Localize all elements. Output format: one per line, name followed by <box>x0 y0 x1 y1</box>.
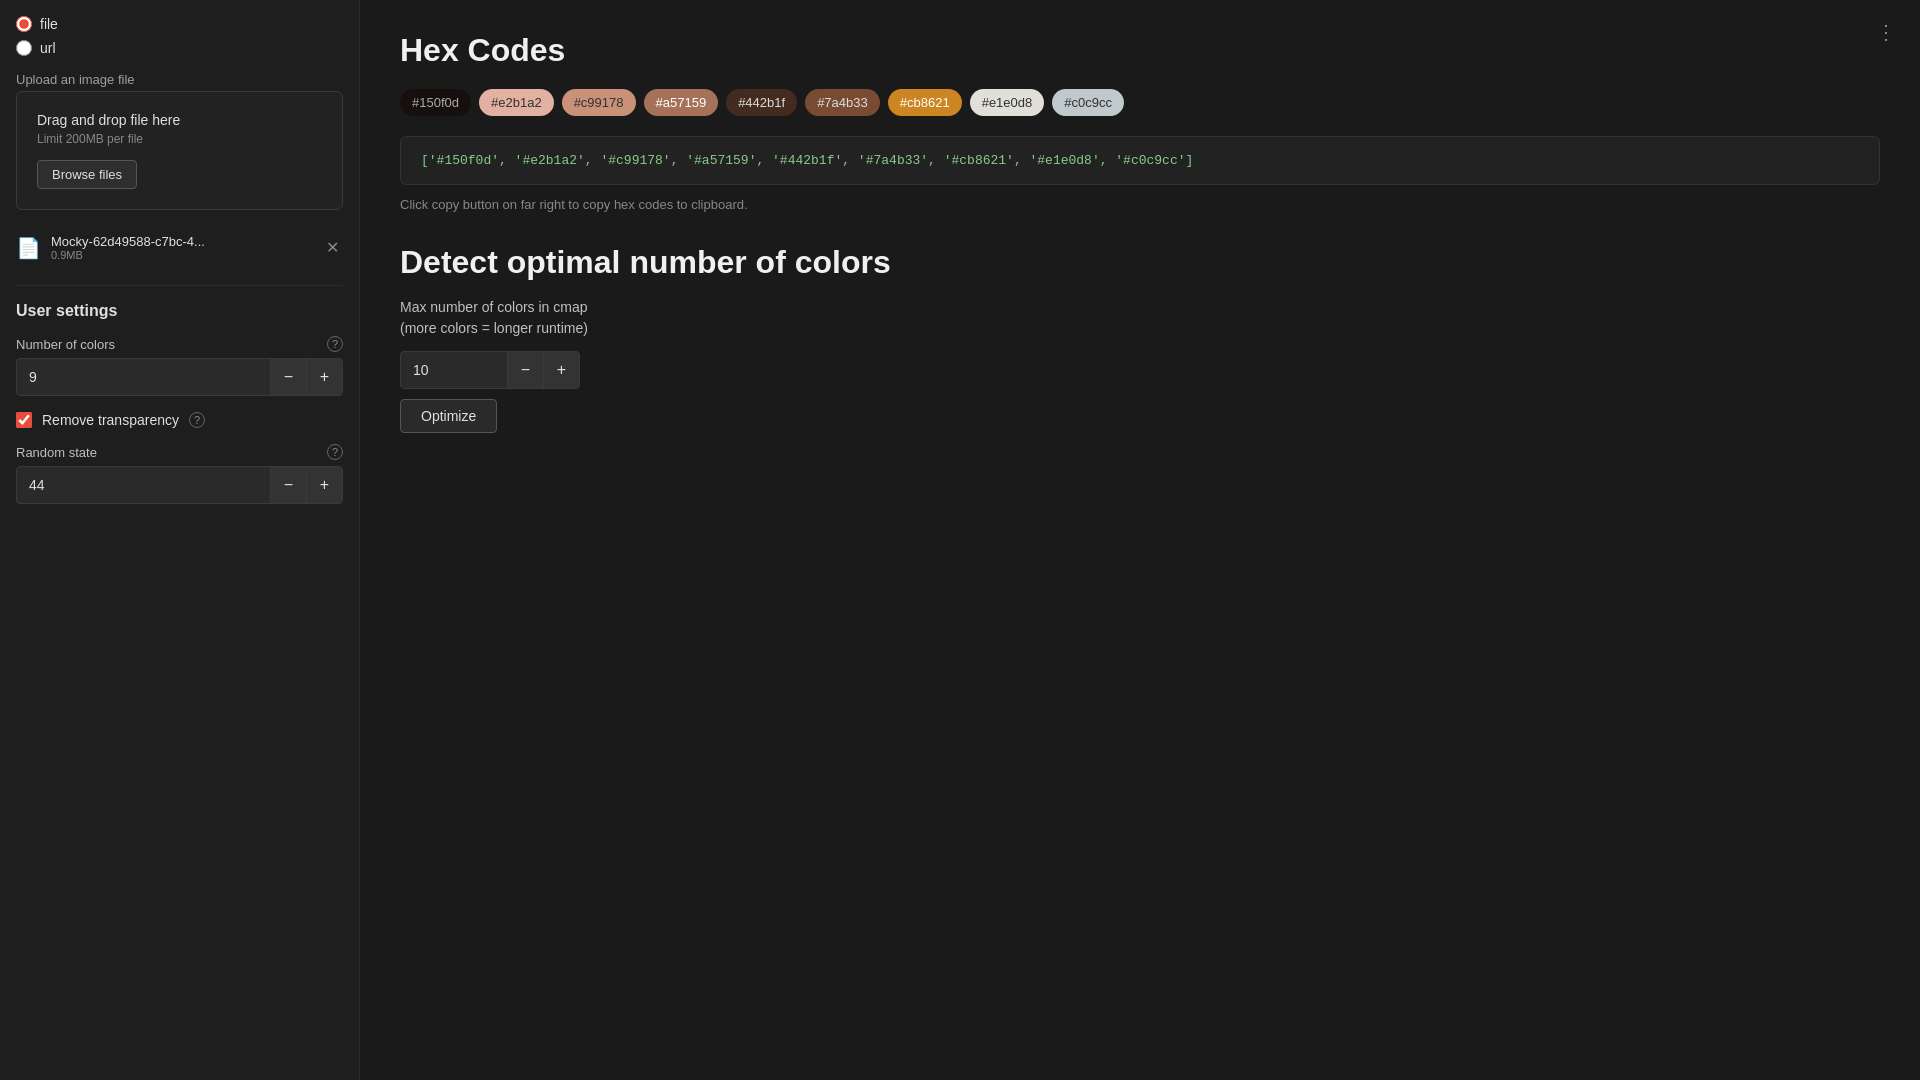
file-info: Mocky-62d49588-c7bc-4... 0.9MB <box>51 234 312 261</box>
hex-chip[interactable]: #150f0d <box>400 89 471 116</box>
random-state-setting: Random state ? 44 − + <box>16 444 343 504</box>
radio-url-input[interactable] <box>16 40 32 56</box>
hex-codes-heading: Hex Codes <box>400 32 1880 69</box>
hex-chip[interactable]: #c0c9cc <box>1052 89 1124 116</box>
file-name: Mocky-62d49588-c7bc-4... <box>51 234 312 249</box>
file-icon: 📄 <box>16 236 41 260</box>
drag-drop-text: Drag and drop file here <box>37 112 180 128</box>
random-state-header: Random state ? <box>16 444 343 460</box>
detect-heading: Detect optimal number of colors <box>400 244 1880 281</box>
random-state-minus-button[interactable]: − <box>270 467 306 503</box>
upload-section: Upload an image file Drag and drop file … <box>16 72 343 210</box>
radio-url[interactable]: url <box>16 40 343 56</box>
random-state-label: Random state <box>16 445 97 460</box>
max-colors-input: 10 − + <box>400 351 580 389</box>
hex-chip[interactable]: #c99178 <box>562 89 636 116</box>
max-colors-value: 10 <box>401 354 507 386</box>
upload-box[interactable]: Drag and drop file here Limit 200MB per … <box>16 91 343 210</box>
hex-chip[interactable]: #e2b1a2 <box>479 89 554 116</box>
settings-title: User settings <box>16 302 343 320</box>
hex-chip[interactable]: #e1e0d8 <box>970 89 1045 116</box>
user-settings-section: User settings <box>16 302 343 320</box>
hex-chip[interactable]: #7a4b33 <box>805 89 880 116</box>
upload-label: Upload an image file <box>16 72 343 87</box>
hex-chip[interactable]: #cb8621 <box>888 89 962 116</box>
radio-url-label: url <box>40 40 56 56</box>
remove-transparency-help-icon[interactable]: ? <box>189 412 205 428</box>
hex-codes-section: Hex Codes #150f0d #e2b1a2 #c99178 #a57159 #4… <box>400 32 1880 212</box>
hex-chips-container: #150f0d #e2b1a2 #c99178 #a57159 #442b1f #7a4b… <box>400 89 1880 116</box>
hex-chip[interactable]: #a57159 <box>644 89 719 116</box>
num-colors-plus-button[interactable]: + <box>306 359 342 395</box>
detect-section: Detect optimal number of colors Max numb… <box>400 244 1880 433</box>
file-size: 0.9MB <box>51 249 312 261</box>
num-colors-minus-button[interactable]: − <box>270 359 306 395</box>
divider-1 <box>16 285 343 286</box>
radio-file[interactable]: file <box>16 16 343 32</box>
remove-transparency-checkbox[interactable] <box>16 412 32 428</box>
detect-label: Max number of colors in cmap (more color… <box>400 297 600 339</box>
num-colors-setting: Number of colors ? 9 − + <box>16 336 343 396</box>
main-content: ⋮ Hex Codes #150f0d #e2b1a2 #c99178 #a57159… <box>360 0 1920 1080</box>
random-state-value: 44 <box>17 469 270 501</box>
top-right-menu-icon[interactable]: ⋮ <box>1876 20 1896 44</box>
radio-file-label: file <box>40 16 58 32</box>
random-state-input: 44 − + <box>16 466 343 504</box>
file-item: 📄 Mocky-62d49588-c7bc-4... 0.9MB ✕ <box>16 226 343 269</box>
browse-files-button[interactable]: Browse files <box>37 160 137 189</box>
max-colors-minus-button[interactable]: − <box>507 352 543 388</box>
sidebar: file url Upload an image file Drag and d… <box>0 0 360 1080</box>
max-colors-plus-button[interactable]: + <box>543 352 579 388</box>
num-colors-input: 9 − + <box>16 358 343 396</box>
random-state-plus-button[interactable]: + <box>306 467 342 503</box>
remove-transparency-row: Remove transparency ? <box>16 412 343 428</box>
remove-transparency-label: Remove transparency <box>42 412 179 428</box>
radio-file-input[interactable] <box>16 16 32 32</box>
hex-chip[interactable]: #442b1f <box>726 89 797 116</box>
num-colors-label: Number of colors <box>16 337 115 352</box>
num-colors-header: Number of colors ? <box>16 336 343 352</box>
hex-code-block: ['#150f0d', '#e2b1a2', '#c99178', '#a571… <box>400 136 1880 185</box>
random-state-help-icon[interactable]: ? <box>327 444 343 460</box>
num-colors-help-icon[interactable]: ? <box>327 336 343 352</box>
file-limit-text: Limit 200MB per file <box>37 132 143 146</box>
num-colors-value: 9 <box>17 361 270 393</box>
optimize-button[interactable]: Optimize <box>400 399 497 433</box>
hex-hint-text: Click copy button on far right to copy h… <box>400 197 1880 212</box>
file-close-button[interactable]: ✕ <box>322 236 343 259</box>
source-radio-group: file url <box>16 16 343 56</box>
